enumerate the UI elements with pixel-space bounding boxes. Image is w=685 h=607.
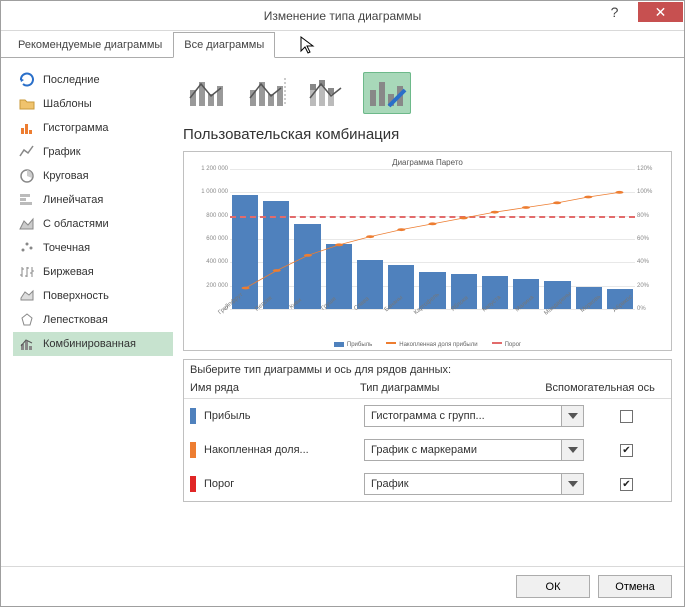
chart-plot-area: 00%200 00020%400 00040%600 00060%800 000… xyxy=(230,169,635,309)
legend-item: Порог xyxy=(492,342,522,348)
chevron-down-icon xyxy=(568,413,578,419)
area-chart-icon xyxy=(19,216,35,232)
sidebar-item-label: Последние xyxy=(43,74,100,86)
mouse-cursor-icon xyxy=(300,36,316,61)
sidebar-item-stock[interactable]: Биржевая xyxy=(13,260,173,284)
series-name: Прибыль xyxy=(204,410,251,422)
dropdown-button[interactable] xyxy=(562,405,584,427)
sidebar-item-pie[interactable]: Круговая xyxy=(13,164,173,188)
chevron-down-icon xyxy=(568,481,578,487)
secondary-axis-checkbox[interactable]: ✔ xyxy=(620,444,633,457)
cancel-button[interactable]: Отмена xyxy=(598,575,672,598)
change-chart-type-dialog: Изменение типа диаграммы ? ✕ Рекомендуем… xyxy=(0,0,685,607)
grid-header: Имя ряда Тип диаграммы Вспомогательная о… xyxy=(184,378,671,399)
folder-icon xyxy=(19,96,35,112)
sidebar-item-label: Круговая xyxy=(43,170,89,182)
bar-chart-icon xyxy=(19,192,35,208)
series-name: Порог xyxy=(204,478,234,490)
surface-chart-icon xyxy=(19,288,35,304)
combo-subtype-3[interactable] xyxy=(303,72,351,114)
chart-type-sidebar: Последние Шаблоны Гистограмма График Кру… xyxy=(13,68,173,558)
dialog-footer: ОК Отмена xyxy=(1,566,684,606)
secondary-axis-checkbox[interactable]: ✔ xyxy=(620,478,633,491)
section-title: Пользовательская комбинация xyxy=(183,126,672,143)
close-icon: ✕ xyxy=(655,4,667,21)
combo-subtype-row xyxy=(183,68,672,124)
series-type-dropdown[interactable]: График с маркерами xyxy=(364,439,562,461)
window-title: Изменение типа диаграммы xyxy=(1,9,684,23)
sidebar-item-label: Поверхность xyxy=(43,290,109,302)
sidebar-item-area[interactable]: С областями xyxy=(13,212,173,236)
sidebar-item-label: График xyxy=(43,146,81,158)
chart-title: Диаграмма Парето xyxy=(194,158,661,167)
sidebar-item-scatter[interactable]: Точечная xyxy=(13,236,173,260)
help-button[interactable]: ? xyxy=(592,2,637,22)
column-chart-icon xyxy=(19,120,35,136)
sidebar-item-label: Точечная xyxy=(43,242,90,254)
tab-all[interactable]: Все диаграммы xyxy=(173,32,275,58)
sidebar-item-label: Лепестковая xyxy=(43,314,108,326)
series-row: Порог График ✔ xyxy=(184,467,671,501)
sidebar-item-combo[interactable]: Комбинированная xyxy=(13,332,173,356)
sidebar-item-label: Комбинированная xyxy=(43,338,136,350)
series-color-chip xyxy=(190,476,196,492)
header-axis: Вспомогательная ось xyxy=(535,382,665,394)
series-color-chip xyxy=(190,442,196,458)
series-type-dropdown[interactable]: График xyxy=(364,473,562,495)
dropdown-button[interactable] xyxy=(562,473,584,495)
dropdown-button[interactable] xyxy=(562,439,584,461)
legend-item: Прибыль xyxy=(334,342,372,348)
series-config-grid: Выберите тип диаграммы и ось для рядов д… xyxy=(183,359,672,502)
tab-recommended[interactable]: Рекомендуемые диаграммы xyxy=(7,32,173,58)
line-chart-icon xyxy=(19,144,35,160)
content-area: Последние Шаблоны Гистограмма График Кру… xyxy=(1,58,684,566)
ok-button[interactable]: ОК xyxy=(516,575,590,598)
tab-strip: Рекомендуемые диаграммы Все диаграммы xyxy=(1,31,684,58)
combo-subtype-1[interactable] xyxy=(183,72,231,114)
sidebar-item-surface[interactable]: Поверхность xyxy=(13,284,173,308)
pie-chart-icon xyxy=(19,168,35,184)
series-row: Накопленная доля... График с маркерами ✔ xyxy=(184,433,671,467)
grid-caption: Выберите тип диаграммы и ось для рядов д… xyxy=(184,360,671,378)
combo-chart-icon xyxy=(19,336,35,352)
sidebar-item-label: С областями xyxy=(43,218,109,230)
recent-icon xyxy=(19,72,35,88)
stock-chart-icon xyxy=(19,264,35,280)
combo-subtype-custom[interactable] xyxy=(363,72,411,114)
sidebar-item-column[interactable]: Гистограмма xyxy=(13,116,173,140)
sidebar-item-radar[interactable]: Лепестковая xyxy=(13,308,173,332)
chart-preview: Диаграмма Парето 00%200 00020%400 00040%… xyxy=(183,151,672,351)
radar-chart-icon xyxy=(19,312,35,328)
sidebar-item-label: Биржевая xyxy=(43,266,94,278)
series-name: Накопленная доля... xyxy=(204,444,309,456)
sidebar-item-recent[interactable]: Последние xyxy=(13,68,173,92)
series-row: Прибыль Гистограмма с групп... xyxy=(184,399,671,433)
combo-subtype-2[interactable] xyxy=(243,72,291,114)
sidebar-item-label: Гистограмма xyxy=(43,122,109,134)
main-panel: Пользовательская комбинация Диаграмма Па… xyxy=(183,68,672,558)
titlebar: Изменение типа диаграммы ? ✕ xyxy=(1,1,684,31)
legend-item: Накопленная доля прибыли xyxy=(386,342,477,348)
chart-legend: Прибыль Накопленная доля прибыли Порог xyxy=(184,342,671,348)
secondary-axis-checkbox[interactable] xyxy=(620,410,633,423)
chevron-down-icon xyxy=(568,447,578,453)
scatter-chart-icon xyxy=(19,240,35,256)
header-name: Имя ряда xyxy=(190,382,360,394)
series-type-dropdown[interactable]: Гистограмма с групп... xyxy=(364,405,562,427)
series-color-chip xyxy=(190,408,196,424)
sidebar-item-label: Линейчатая xyxy=(43,194,103,206)
header-type: Тип диаграммы xyxy=(360,382,535,394)
close-button[interactable]: ✕ xyxy=(638,2,683,22)
sidebar-item-templates[interactable]: Шаблоны xyxy=(13,92,173,116)
sidebar-item-bar[interactable]: Линейчатая xyxy=(13,188,173,212)
sidebar-item-line[interactable]: График xyxy=(13,140,173,164)
sidebar-item-label: Шаблоны xyxy=(43,98,92,110)
